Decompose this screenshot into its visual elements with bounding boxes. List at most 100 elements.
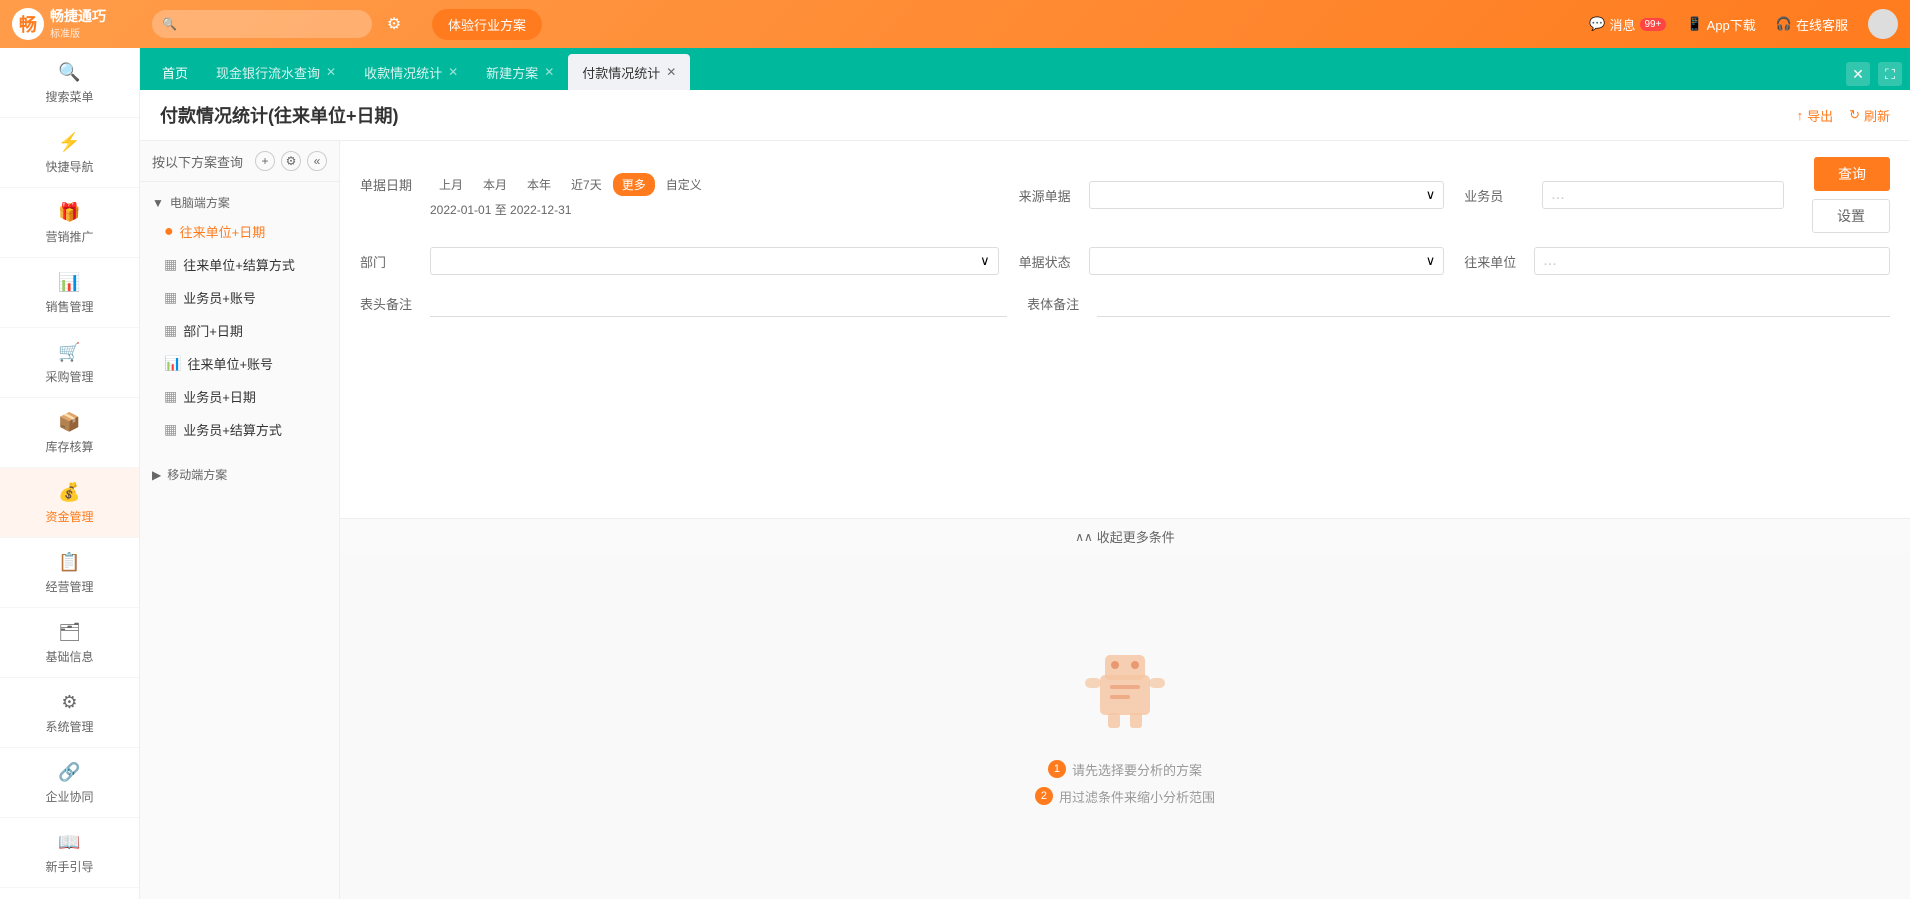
scheme-item-active-icon: ● (164, 223, 174, 241)
scheme-item-label-partner-settle: 往来单位+结算方式 (183, 255, 295, 274)
status-select[interactable]: ∨ (1089, 247, 1445, 275)
tab-actions: ✕ ⛶ (1846, 62, 1902, 90)
query-button[interactable]: 查询 (1814, 157, 1890, 191)
head-note-input[interactable] (430, 289, 1007, 317)
sidebar-label-purchase: 采购管理 (45, 368, 93, 385)
scheme-mobile-label: 移动端方案 (167, 466, 227, 483)
sidebar-item-search[interactable]: 🔍 搜索菜单 (0, 48, 139, 118)
body-note-input[interactable] (1097, 289, 1890, 317)
body-note-col: 表体备注 (1027, 289, 1890, 317)
date-btn-this-year[interactable]: 本年 (518, 172, 560, 197)
date-btn-more[interactable]: 更多 (613, 173, 655, 196)
operation-icon: 📋 (58, 550, 82, 574)
sidebar-item-purchase[interactable]: 🛒 采购管理 (0, 328, 139, 398)
scheme-item-staff-account[interactable]: ▦ 业务员+账号 (140, 281, 339, 314)
tab-payment-stats[interactable]: 付款情况统计 ✕ (568, 54, 690, 90)
scheme-item-partner-date[interactable]: ● 往来单位+日期 (140, 215, 339, 248)
trial-button[interactable]: 体验行业方案 (432, 9, 542, 40)
page-header: 付款情况统计(往来单位+日期) ↑ 导出 ↻ 刷新 (140, 90, 1910, 141)
export-btn[interactable]: ↑ 导出 (1797, 106, 1834, 125)
date-range-display: 2022-01-01 至 2022-12-31 (360, 201, 571, 218)
settings-button[interactable]: 设置 (1812, 199, 1890, 233)
messages-label: 消息 (1609, 15, 1635, 34)
brand-sub: 标准版 (50, 25, 106, 40)
scheme-desktop-title[interactable]: ▼ 电脑端方案 (140, 190, 339, 215)
staff-input[interactable]: ... (1542, 181, 1784, 209)
collapse-label: 收起更多条件 (1097, 527, 1175, 546)
sales-icon: 📊 (58, 270, 82, 294)
scheme-settings-btn[interactable]: ⚙ (281, 151, 301, 171)
app-download-item[interactable]: 📱 App下载 (1686, 15, 1755, 34)
scheme-item-label-staff-date: 业务员+日期 (183, 387, 256, 406)
sidebar-item-basic-info[interactable]: 🗂 基础信息 (0, 608, 139, 678)
dept-label: 部门 (360, 252, 430, 271)
scheme-mobile-title[interactable]: ▶ 移动端方案 (140, 462, 339, 487)
tab-home[interactable]: 首页 (148, 54, 202, 90)
source-select[interactable]: ∨ (1089, 181, 1445, 209)
tab-bank-flow[interactable]: 现金银行流水查询 ✕ (202, 54, 350, 90)
sidebar-item-smart-hw[interactable]: 💻 智能硬件 (0, 888, 139, 899)
status-label: 单据状态 (1019, 252, 1089, 271)
scheme-panel-title: 按以下方案查询 (152, 152, 243, 171)
table-icon-2: ▦ (164, 289, 177, 306)
app-download-label: App下载 (1707, 15, 1756, 34)
table-icon-5: ▦ (164, 421, 177, 438)
sidebar-item-system[interactable]: ⚙ 系统管理 (0, 678, 139, 748)
tab-new-scheme[interactable]: 新建方案 ✕ (472, 54, 568, 90)
online-service-item[interactable]: 🎧 在线客服 (1776, 15, 1848, 34)
dept-select[interactable]: ∨ (430, 247, 999, 275)
tab-receipts[interactable]: 收款情况统计 ✕ (350, 54, 472, 90)
user-avatar[interactable] (1868, 9, 1898, 39)
tab-bank-flow-close[interactable]: ✕ (326, 65, 336, 79)
hint-1-text: 请先选择要分析的方案 (1072, 760, 1202, 779)
chart-icon-1: 📊 (164, 355, 181, 372)
source-label: 来源单据 (1019, 186, 1089, 205)
messages-badge: 99+ (1640, 18, 1667, 31)
refresh-btn[interactable]: ↻ 刷新 (1849, 106, 1890, 125)
date-btn-this-month[interactable]: 本月 (474, 172, 516, 197)
sidebar-item-guide[interactable]: 📖 新手引导 (0, 818, 139, 888)
messages-item[interactable]: 💬 消息 99+ (1589, 15, 1666, 34)
sidebar-item-operation[interactable]: 📋 经营管理 (0, 538, 139, 608)
table-icon-4: ▦ (164, 388, 177, 405)
date-btn-last-7days[interactable]: 近7天 (562, 172, 611, 197)
tab-payment-stats-close[interactable]: ✕ (666, 65, 676, 79)
tab-receipts-close[interactable]: ✕ (448, 65, 458, 79)
sidebar-item-sales[interactable]: 📊 销售管理 (0, 258, 139, 328)
system-icon: ⚙ (58, 690, 82, 714)
empty-hint-2: 2 用过滤条件来缩小分析范围 (1035, 787, 1215, 806)
partner-input[interactable]: ... (1534, 247, 1890, 275)
tab-new-scheme-close[interactable]: ✕ (544, 65, 554, 79)
scheme-collapse-btn[interactable]: « (307, 151, 327, 171)
tab-close-all-btn[interactable]: ✕ (1846, 62, 1870, 86)
sidebar-item-finance[interactable]: 💰 资金管理 (0, 468, 139, 538)
scheme-panel: 按以下方案查询 + ⚙ « ▼ 电脑端方案 ● (140, 141, 340, 899)
sidebar-item-enterprise[interactable]: 🔗 企业协同 (0, 748, 139, 818)
sidebar-item-inventory[interactable]: 📦 库存核算 (0, 398, 139, 468)
top-search-bar[interactable]: 🔍 (152, 10, 372, 38)
sidebar-item-quick-nav[interactable]: ⚡ 快捷导航 (0, 118, 139, 188)
inventory-icon: 📦 (58, 410, 82, 434)
scheme-item-staff-date[interactable]: ▦ 业务员+日期 (140, 380, 339, 413)
scheme-item-partner-settle[interactable]: ▦ 往来单位+结算方式 (140, 248, 339, 281)
hint-1-num: 1 (1048, 760, 1066, 778)
date-btn-last-month[interactable]: 上月 (430, 172, 472, 197)
sidebar-label-search: 搜索菜单 (45, 88, 93, 105)
table-icon-3: ▦ (164, 322, 177, 339)
sidebar: 🔍 搜索菜单 ⚡ 快捷导航 🎁 营销推广 📊 销售管理 🛒 采购管理 📦 库存核… (0, 48, 140, 899)
scheme-item-staff-settle[interactable]: ▦ 业务员+结算方式 (140, 413, 339, 446)
top-settings-icon[interactable]: ⚙ (380, 10, 408, 38)
scheme-item-dept-date[interactable]: ▦ 部门+日期 (140, 314, 339, 347)
body-note-label: 表体备注 (1027, 294, 1097, 313)
sidebar-label-operation: 经营管理 (45, 578, 93, 595)
scheme-add-btn[interactable]: + (255, 151, 275, 171)
scheme-item-partner-account[interactable]: 📊 往来单位+账号 (140, 347, 339, 380)
date-btn-custom[interactable]: 自定义 (657, 172, 711, 197)
export-label: 导出 (1807, 106, 1833, 125)
status-chevron-icon: ∨ (1426, 253, 1436, 269)
date-filter-col: 单据日期 上月 本月 本年 近7天 更多 自定义 (360, 172, 999, 218)
collapse-more-btn[interactable]: ∧∧ 收起更多条件 (340, 518, 1910, 554)
tab-maximize-btn[interactable]: ⛶ (1878, 62, 1902, 86)
purchase-icon: 🛒 (58, 340, 82, 364)
sidebar-item-marketing[interactable]: 🎁 营销推广 (0, 188, 139, 258)
